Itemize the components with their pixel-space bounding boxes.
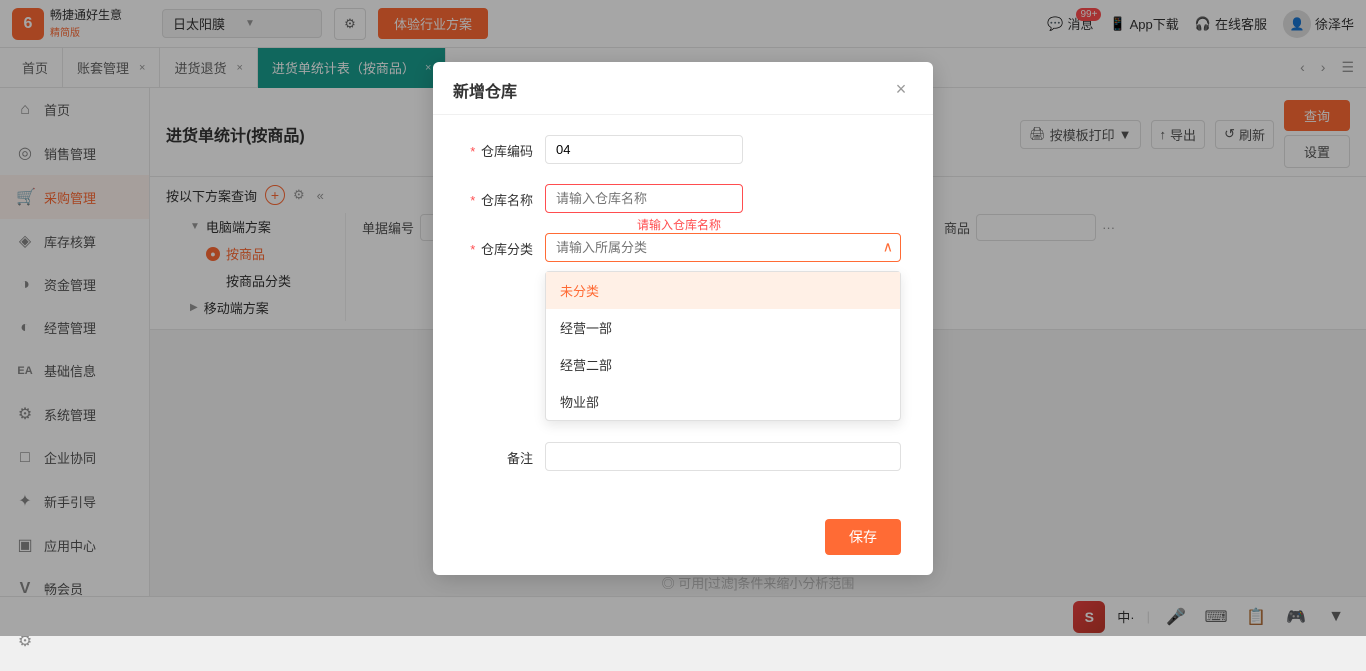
modal-header: 新增仓库 × (433, 62, 933, 115)
dropdown-item-dept1[interactable]: 经营一部 (546, 309, 900, 346)
code-input[interactable] (545, 135, 743, 164)
notes-input[interactable] (545, 442, 901, 471)
name-input[interactable] (545, 184, 743, 213)
category-dropdown-arrow-icon[interactable]: ∧ (883, 239, 893, 256)
notes-field-wrapper (545, 442, 901, 471)
dropdown-item-uncategorized[interactable]: 未分类 (546, 272, 900, 309)
modal-close-button[interactable]: × (889, 78, 913, 102)
form-row-category: * 仓库分类 ∧ 未分类 经营一部 经营二部 物业部 (465, 233, 901, 262)
modal-new-warehouse: 新增仓库 × * 仓库编码 * 仓库名称 (433, 62, 933, 575)
dropdown-item-dept3[interactable]: 物业部 (546, 383, 900, 420)
name-error-message: 请输入仓库名称 (637, 216, 721, 233)
dropdown-item-dept2[interactable]: 经营二部 (546, 346, 900, 383)
category-input[interactable] (545, 233, 901, 262)
modal-title: 新增仓库 (453, 78, 517, 102)
notes-label: 备注 (465, 442, 545, 467)
save-button[interactable]: 保存 (825, 519, 901, 555)
modal-overlay[interactable]: 新增仓库 × * 仓库编码 * 仓库名称 (0, 0, 1366, 636)
code-field-wrapper (545, 135, 901, 164)
form-row-name: * 仓库名称 请输入仓库名称 (465, 184, 901, 213)
name-label: * 仓库名称 (465, 184, 545, 209)
category-dropdown-wrapper: ∧ 未分类 经营一部 经营二部 物业部 (545, 233, 901, 262)
form-row-code: * 仓库编码 (465, 135, 901, 164)
modal-body: * 仓库编码 * 仓库名称 请输入仓库名称 (433, 115, 933, 511)
form-row-notes: 备注 (465, 442, 901, 471)
category-label: * 仓库分类 (465, 233, 545, 258)
category-dropdown-list: 未分类 经营一部 经营二部 物业部 (545, 271, 901, 421)
code-label: * 仓库编码 (465, 135, 545, 160)
name-field-wrapper: 请输入仓库名称 (545, 184, 901, 213)
modal-footer: 保存 (433, 519, 933, 555)
